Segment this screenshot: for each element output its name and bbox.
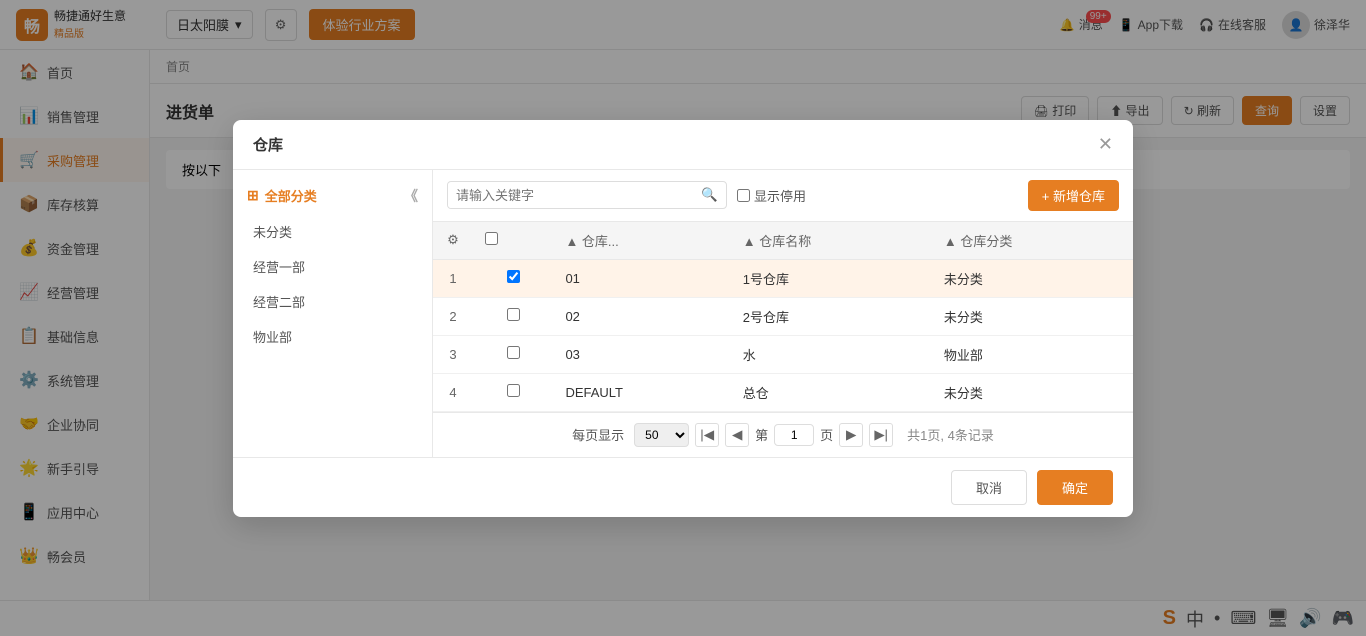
grid-icon: ⊞ — [247, 187, 259, 204]
per-page-select[interactable]: 50 100 — [634, 423, 689, 447]
confirm-button[interactable]: 确定 — [1037, 470, 1113, 505]
prev-page-button[interactable]: ◀ — [725, 423, 749, 447]
row-checkbox[interactable] — [473, 259, 553, 297]
category-item-unclassified[interactable]: 未分类 — [233, 214, 432, 249]
category-label-property: 物业部 — [253, 330, 292, 345]
pagination: 每页显示 50 100 |◀ ◀ 第 页 ▶ ▶| 共1页, 4条记录 — [433, 412, 1133, 457]
table-toolbar: 🔍 显示停用 + 新增仓库 — [433, 170, 1133, 222]
row-id: 01 — [553, 259, 730, 297]
next-page-button[interactable]: ▶ — [839, 423, 863, 447]
per-page-label: 每页显示 — [572, 425, 624, 444]
collapse-button[interactable]: 《 — [404, 186, 418, 206]
row-checkbox[interactable] — [473, 297, 553, 335]
data-table: ⚙ ▲ 仓库... ▲ 仓库名称 ▲ 仓库分类 1 01 1号仓库 未分类 2 — [433, 222, 1133, 412]
first-page-button[interactable]: |◀ — [695, 423, 719, 447]
row-category: 未分类 — [932, 259, 1133, 297]
new-warehouse-button[interactable]: + 新增仓库 — [1028, 180, 1119, 211]
category-label-dept1: 经营一部 — [253, 260, 305, 275]
row-num: 1 — [433, 259, 473, 297]
modal-title: 仓库 — [253, 134, 283, 155]
page-suffix: 页 — [820, 425, 833, 444]
show-disabled-label: 显示停用 — [754, 186, 806, 205]
category-all-label: 全部分类 — [265, 186, 317, 205]
category-item-property[interactable]: 物业部 — [233, 319, 432, 354]
th-category[interactable]: ▲ 仓库分类 — [932, 222, 1133, 260]
row-checkbox[interactable] — [473, 373, 553, 411]
search-input[interactable] — [448, 183, 693, 208]
last-page-button[interactable]: ▶| — [869, 423, 893, 447]
search-button[interactable]: 🔍 — [693, 182, 726, 208]
row-checkbox[interactable] — [473, 335, 553, 373]
total-info: 共1页, 4条记录 — [907, 425, 994, 444]
th-name[interactable]: ▲ 仓库名称 — [731, 222, 932, 260]
modal-footer: 取消 确定 — [233, 457, 1133, 517]
category-label-dept2: 经营二部 — [253, 295, 305, 310]
modal-overlay: 仓库 ✕ ⊞ 全部分类 《 未分类 经营一部 经营二部 — [0, 0, 1366, 636]
row-num: 2 — [433, 297, 473, 335]
row-category: 未分类 — [932, 373, 1133, 411]
search-box: 🔍 — [447, 181, 727, 209]
category-all[interactable]: ⊞ 全部分类 《 — [233, 178, 432, 214]
table-panel: 🔍 显示停用 + 新增仓库 ⚙ — [433, 170, 1133, 457]
warehouse-modal: 仓库 ✕ ⊞ 全部分类 《 未分类 经营一部 经营二部 — [233, 120, 1133, 517]
row-category: 未分类 — [932, 297, 1133, 335]
row-id: 02 — [553, 297, 730, 335]
row-name: 2号仓库 — [731, 297, 932, 335]
row-name: 水 — [731, 335, 932, 373]
category-panel: ⊞ 全部分类 《 未分类 经营一部 经营二部 物业部 — [233, 170, 433, 457]
show-disabled-container: 显示停用 — [737, 186, 806, 205]
page-number-input[interactable] — [774, 424, 814, 446]
row-category: 物业部 — [932, 335, 1133, 373]
table-row[interactable]: 3 03 水 物业部 — [433, 335, 1133, 373]
row-id: 03 — [553, 335, 730, 373]
row-name: 总仓 — [731, 373, 932, 411]
category-item-dept2[interactable]: 经营二部 — [233, 284, 432, 319]
th-id[interactable]: ▲ 仓库... — [553, 222, 730, 260]
th-settings: ⚙ — [433, 222, 473, 260]
table-row[interactable]: 1 01 1号仓库 未分类 — [433, 259, 1133, 297]
table-row[interactable]: 4 DEFAULT 总仓 未分类 — [433, 373, 1133, 411]
warehouse-table: ⚙ ▲ 仓库... ▲ 仓库名称 ▲ 仓库分类 1 01 1号仓库 未分类 2 — [433, 222, 1133, 412]
row-id: DEFAULT — [553, 373, 730, 411]
modal-close-button[interactable]: ✕ — [1098, 135, 1113, 153]
row-num: 4 — [433, 373, 473, 411]
row-name: 1号仓库 — [731, 259, 932, 297]
page-label: 第 — [755, 425, 768, 444]
table-row[interactable]: 2 02 2号仓库 未分类 — [433, 297, 1133, 335]
modal-body: ⊞ 全部分类 《 未分类 经营一部 经营二部 物业部 — [233, 170, 1133, 457]
th-checkbox — [473, 222, 553, 260]
show-disabled-checkbox[interactable] — [737, 189, 750, 202]
cancel-button[interactable]: 取消 — [951, 470, 1027, 505]
category-item-dept1[interactable]: 经营一部 — [233, 249, 432, 284]
row-num: 3 — [433, 335, 473, 373]
select-all-checkbox[interactable] — [485, 232, 498, 245]
modal-header: 仓库 ✕ — [233, 120, 1133, 170]
category-label-unclassified: 未分类 — [253, 225, 292, 240]
